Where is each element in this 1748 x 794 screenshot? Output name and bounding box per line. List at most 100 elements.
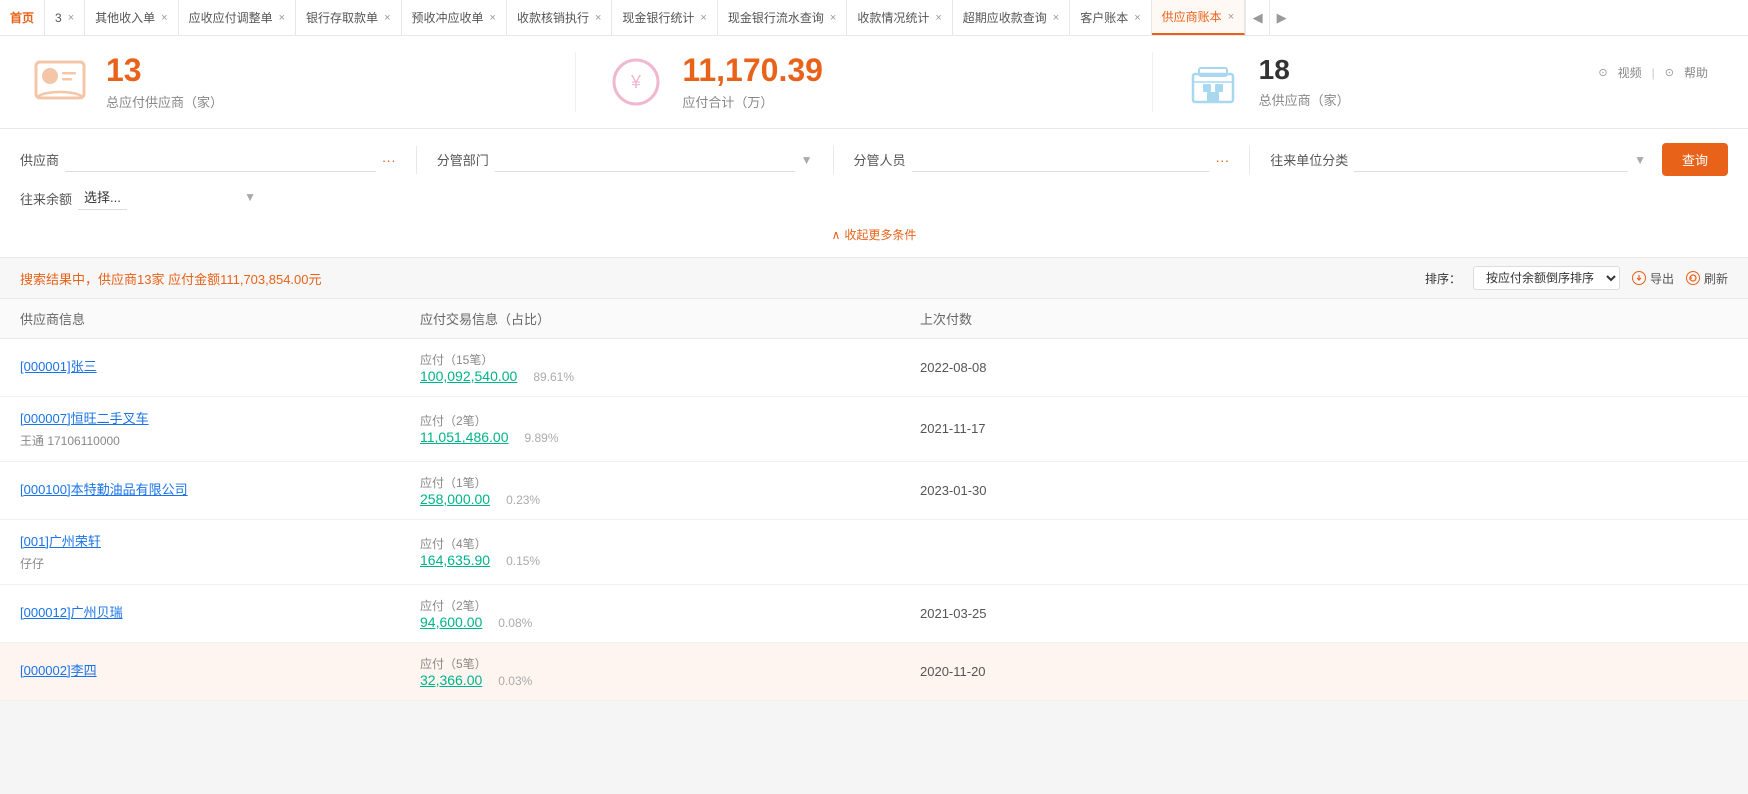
trans-amount-link[interactable]: 258,000.00 (420, 491, 490, 507)
trans-amount-link[interactable]: 32,366.00 (420, 672, 482, 688)
supplier-name-link[interactable]: [000012]广州贝瑞 (20, 603, 420, 624)
filter-balance: 往来余额 选择... ▼ (20, 186, 260, 210)
trans-row: 164,635.90 0.15% (420, 552, 920, 568)
nav-tab-5-close[interactable]: × (490, 12, 496, 24)
nav-tab-9-close[interactable]: × (935, 12, 941, 24)
help-link[interactable]: 帮助 (1684, 64, 1708, 81)
refresh-label: 刷新 (1704, 270, 1728, 287)
trans-row: 258,000.00 0.23% (420, 491, 920, 507)
supplier-name-link[interactable]: [000100]本特勤油品有限公司 (20, 480, 420, 501)
nav-tab-1[interactable]: 3 × (45, 0, 85, 35)
nav-tab-12[interactable]: 供应商账本 × (1152, 0, 1245, 35)
supplier-name-link[interactable]: [001]广州荣轩 (20, 532, 420, 553)
nav-tab-3[interactable]: 应收应付调整单 × (179, 0, 296, 35)
nav-tab-6[interactable]: 收款核销执行 × (507, 0, 612, 35)
supplier-dots-icon[interactable]: ··· (382, 152, 396, 168)
top-nav: 首页 3 × 其他收入单 × 应收应付调整单 × 银行存取款单 × 预收冲应收单… (0, 0, 1748, 36)
sort-label: 排序： (1425, 270, 1461, 287)
video-link[interactable]: 视频 (1618, 64, 1642, 81)
trans-amount-link[interactable]: 94,600.00 (420, 614, 482, 630)
stat-label-2: 应付合计（万） (682, 92, 823, 111)
category-input[interactable] (1354, 148, 1628, 172)
stat-label-3: 总供应商（家） (1259, 90, 1350, 109)
table-row: [000007]恒旺二手叉车 王通 17106110000 应付（2笔） 11,… (0, 397, 1748, 462)
trans-pct: 89.61% (533, 370, 574, 384)
trans-amount-link[interactable]: 11,051,486.00 (420, 429, 509, 445)
nav-right-arrow[interactable]: ▶ (1269, 0, 1293, 35)
collapse-label: 收起更多条件 (844, 226, 916, 243)
divider-2 (833, 146, 834, 174)
person-label: 分管人员 (854, 150, 906, 169)
nav-tab-7[interactable]: 现金银行统计 × (612, 0, 717, 35)
nav-tab-6-label: 收款核销执行 (517, 9, 589, 26)
refresh-button[interactable]: 刷新 (1686, 270, 1728, 287)
person-dots-icon[interactable]: ··· (1215, 152, 1229, 168)
stat-info-2: 11,170.39 应付合计（万） (682, 53, 823, 111)
supplier-name-link[interactable]: [000002]李四 (20, 661, 420, 682)
supplier-input[interactable] (65, 148, 376, 172)
nav-tab-2-close[interactable]: × (161, 12, 167, 24)
nav-tab-1-close[interactable]: × (68, 12, 74, 24)
nav-tab-4-label: 银行存取款单 (306, 9, 378, 26)
trans-label: 应付（5笔） (420, 655, 920, 672)
nav-tab-12-label: 供应商账本 (1162, 8, 1222, 25)
sort-select[interactable]: 按应付余额倒序排序 (1473, 266, 1620, 290)
supplier-name-link[interactable]: [000007]恒旺二手叉车 (20, 409, 420, 430)
supplier-name-link[interactable]: [000001]张三 (20, 357, 420, 378)
balance-select-wrapper: 选择... ▼ (78, 186, 260, 210)
trans-pct: 0.15% (506, 554, 540, 568)
dept-input[interactable] (495, 148, 795, 172)
nav-tab-8-label: 现金银行流水查询 (728, 9, 824, 26)
table-row: [000100]本特勤油品有限公司 应付（1笔） 258,000.00 0.23… (0, 462, 1748, 520)
table-row: [000001]张三 应付（15笔） 100,092,540.00 89.61%… (0, 339, 1748, 397)
filter-category: 往来单位分类 ▼ (1270, 148, 1646, 172)
trans-amount-link[interactable]: 100,092,540.00 (420, 368, 517, 384)
dept-chevron-icon[interactable]: ▼ (801, 153, 813, 167)
category-chevron-icon[interactable]: ▼ (1634, 153, 1646, 167)
filter-row-2: 往来余额 选择... ▼ (20, 186, 1728, 210)
nav-tab-4-close[interactable]: × (384, 12, 390, 24)
nav-tab-2-label: 其他收入单 (95, 9, 155, 26)
trans-label: 应付（1笔） (420, 474, 920, 491)
nav-left-arrow[interactable]: ◀ (1245, 0, 1269, 35)
nav-tab-11-close[interactable]: × (1134, 12, 1140, 24)
nav-tab-home[interactable]: 首页 (0, 0, 45, 35)
cell-supplier: [000001]张三 (20, 357, 420, 378)
trans-amount-link[interactable]: 164,635.90 (420, 552, 490, 568)
nav-tab-10-close[interactable]: × (1053, 12, 1059, 24)
nav-tab-8[interactable]: 现金银行流水查询 × (718, 0, 847, 35)
query-btn-wrapper: 查询 (1662, 143, 1728, 176)
stat-number-3: 18 (1259, 55, 1350, 86)
query-button[interactable]: 查询 (1662, 143, 1728, 176)
balance-select[interactable]: 选择... (78, 186, 127, 210)
trans-label: 应付（15笔） (420, 351, 920, 368)
filter-supplier: 供应商 ··· (20, 148, 396, 172)
trans-pct: 0.23% (506, 493, 540, 507)
stat-icon-3 (1183, 52, 1243, 112)
export-button[interactable]: 导出 (1632, 270, 1674, 287)
cell-lastpay: 2021-03-25 (920, 606, 1728, 621)
nav-tab-9[interactable]: 收款情况统计 × (847, 0, 952, 35)
dept-label: 分管部门 (437, 150, 489, 169)
nav-tab-8-close[interactable]: × (830, 12, 836, 24)
balance-label: 往来余额 (20, 189, 72, 208)
cell-transaction: 应付（2笔） 94,600.00 0.08% (420, 597, 920, 630)
nav-tab-4[interactable]: 银行存取款单 × (296, 0, 401, 35)
nav-tab-2[interactable]: 其他收入单 × (85, 0, 178, 35)
cell-transaction: 应付（15笔） 100,092,540.00 89.61% (420, 351, 920, 384)
collapse-bar[interactable]: ∧ 收起更多条件 (20, 220, 1728, 249)
nav-tab-7-close[interactable]: × (700, 12, 706, 24)
nav-tab-3-close[interactable]: × (279, 12, 285, 24)
stat-icon-2: ¥ (606, 52, 666, 112)
result-actions: 排序： 按应付余额倒序排序 导出 刷新 (1425, 266, 1728, 290)
nav-tab-5[interactable]: 预收冲应收单 × (402, 0, 507, 35)
nav-tab-6-close[interactable]: × (595, 12, 601, 24)
stat-icon-1 (30, 52, 90, 112)
nav-tab-11[interactable]: 客户账本 × (1070, 0, 1151, 35)
person-input[interactable] (912, 148, 1210, 172)
nav-tab-3-label: 应收应付调整单 (189, 9, 273, 26)
nav-tab-10[interactable]: 超期应收款查询 × (953, 0, 1070, 35)
nav-tab-12-close[interactable]: × (1228, 11, 1234, 23)
nav-tab-1-label: 3 (55, 11, 62, 25)
trans-label: 应付（4笔） (420, 535, 920, 552)
